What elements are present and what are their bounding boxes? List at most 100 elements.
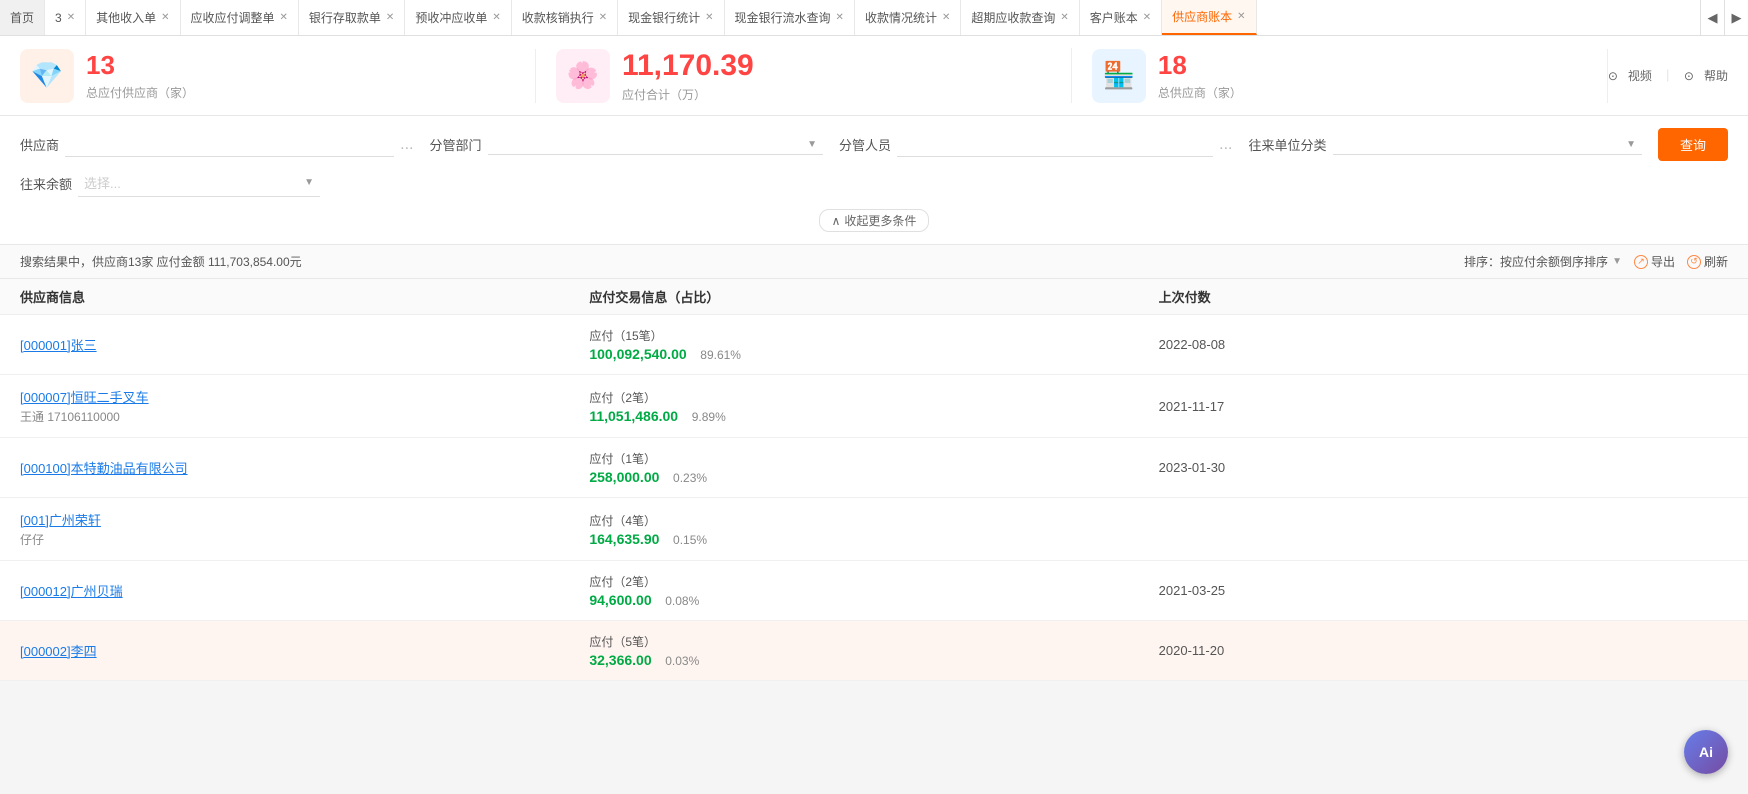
total-suppliers-label: 总供应商（家）	[1158, 84, 1242, 101]
payable-total-label: 应付合计（万）	[622, 86, 754, 103]
video-link[interactable]: 视频	[1628, 67, 1652, 84]
filter-row-1: 供应商 ... 分管部门 ▼ 分管人员 ... 往来单位分类 ▼ 查询	[20, 128, 1728, 161]
nav-tab-overdue-query-label: 超期应收款查询	[971, 9, 1055, 26]
trade-percent: 9.89%	[692, 410, 726, 424]
trade-cell: 应付（5笔） 32,366.00 0.03%	[589, 633, 1158, 668]
nav-tab-customer-ledger-label: 客户账本	[1090, 9, 1138, 26]
trade-label: 应付（4笔）	[589, 512, 1158, 529]
refresh-button[interactable]: ↺ 刷新	[1687, 253, 1728, 270]
summary-card-payable-total: 🌸 11,170.39 应付合计（万）	[536, 48, 1072, 103]
last-pay-cell: 2023-01-30	[1159, 460, 1728, 475]
collapse-button[interactable]: ∧ 收起更多条件	[819, 209, 930, 232]
chevron-down-icon: ▼	[1612, 256, 1622, 267]
nav-tab-supplier-ledger[interactable]: 供应商账本 ✕	[1162, 0, 1256, 35]
trade-cell: 应付（2笔） 94,600.00 0.08%	[589, 573, 1158, 608]
close-icon[interactable]: ✕	[599, 12, 607, 23]
close-icon[interactable]: ✕	[1237, 11, 1245, 22]
summary-bar: 💎 13 总应付供应商（家） 🌸 11,170.39 应付合计（万） 🏪 18 …	[0, 36, 1748, 116]
supplier-link[interactable]: [000001]张三	[20, 335, 589, 354]
table-row: [000100]本特勤油品有限公司 应付（1笔） 258,000.00 0.23…	[0, 438, 1748, 498]
person-filter: 分管人员 ...	[839, 133, 1233, 157]
trade-amount: 164,635.90	[589, 531, 659, 547]
close-icon[interactable]: ✕	[492, 12, 500, 23]
supplier-link[interactable]: [000002]李四	[20, 641, 589, 660]
help-link[interactable]: 帮助	[1704, 67, 1728, 84]
refresh-icon: ↺	[1687, 255, 1701, 269]
close-icon[interactable]: ✕	[836, 12, 844, 23]
export-button[interactable]: ↗ 导出	[1634, 253, 1675, 270]
nav-tab-home[interactable]: 首页	[0, 0, 45, 35]
dept-select[interactable]: ▼	[488, 135, 823, 155]
col-supplier-info: 供应商信息	[20, 287, 589, 306]
supplier-link[interactable]: [000007]恒旺二手叉车	[20, 387, 589, 406]
nav-tab-collection-verify-label: 收款核销执行	[522, 9, 594, 26]
ai-button[interactable]: Ai	[1684, 730, 1728, 774]
nav-tab-overdue-query[interactable]: 超期应收款查询 ✕	[961, 0, 1079, 35]
close-icon[interactable]: ✕	[1143, 12, 1151, 23]
payable-suppliers-icon: 💎	[20, 49, 74, 103]
supplier-link[interactable]: [000100]本特勤油品有限公司	[20, 458, 589, 477]
supplier-input[interactable]	[65, 133, 394, 157]
col-last-pay: 上次付数	[1159, 287, 1728, 306]
trade-label: 应付（5笔）	[589, 633, 1158, 650]
supplier-dots-icon[interactable]: ...	[400, 136, 413, 154]
trade-percent: 0.23%	[673, 471, 707, 485]
trade-percent: 89.61%	[700, 348, 741, 362]
supplier-link[interactable]: [001]广州荣轩	[20, 510, 589, 529]
close-icon[interactable]: ✕	[280, 12, 288, 23]
last-pay-cell: 2022-08-08	[1159, 337, 1728, 352]
nav-tab-other-income[interactable]: 其他收入单 ✕	[86, 0, 180, 35]
supplier-link[interactable]: [000012]广州贝瑞	[20, 581, 589, 600]
results-summary: 搜索结果中，供应商13家 应付金额 111,703,854.00元	[20, 253, 302, 270]
category-filter: 往来单位分类 ▼	[1249, 135, 1643, 155]
supplier-sub: 仔仔	[20, 531, 589, 548]
close-icon[interactable]: ✕	[1060, 12, 1068, 23]
dept-label: 分管部门	[430, 135, 482, 154]
nav-tab-collection-stat-label: 收款情况统计	[865, 9, 937, 26]
nav-prev-arrow[interactable]: ◀	[1700, 0, 1724, 36]
nav-tab-collection-stat[interactable]: 收款情况统计 ✕	[855, 0, 961, 35]
category-select[interactable]: ▼	[1333, 135, 1642, 155]
close-icon[interactable]: ✕	[67, 12, 75, 23]
total-suppliers-number: 18	[1158, 50, 1242, 81]
balance-label: 往来余额	[20, 174, 72, 193]
table-row: [000001]张三 应付（15笔） 100,092,540.00 89.61%…	[0, 315, 1748, 375]
nav-tab-3[interactable]: 3 ✕	[45, 0, 86, 35]
query-button[interactable]: 查询	[1658, 128, 1728, 161]
nav-tab-bank-deposit[interactable]: 银行存取款单 ✕	[299, 0, 405, 35]
person-dots-icon[interactable]: ...	[1219, 136, 1232, 154]
trade-amount: 32,366.00	[589, 652, 651, 668]
filter-area: 供应商 ... 分管部门 ▼ 分管人员 ... 往来单位分类 ▼ 查询 往来	[0, 116, 1748, 245]
nav-next-arrow[interactable]: ▶	[1724, 0, 1748, 36]
nav-tab-cash-bank-stat-label: 现金银行统计	[628, 9, 700, 26]
trade-label: 应付（15笔）	[589, 327, 1158, 344]
close-icon[interactable]: ✕	[942, 12, 950, 23]
sort-select[interactable]: 排序：按应付余额倒序排序 ▼	[1464, 253, 1622, 270]
supplier-label: 供应商	[20, 135, 59, 154]
nav-arrows: ◀ ▶	[1700, 0, 1748, 36]
close-icon[interactable]: ✕	[386, 12, 394, 23]
chevron-down-icon: ▼	[807, 139, 817, 150]
balance-select[interactable]: 选择... ▼	[78, 169, 320, 197]
nav-tab-cash-bank-stat[interactable]: 现金银行统计 ✕	[618, 0, 724, 35]
table-container: 供应商信息 应付交易信息（占比） 上次付数 [000001]张三 应付（15笔）…	[0, 279, 1748, 681]
trade-cell: 应付（2笔） 11,051,486.00 9.89%	[589, 389, 1158, 424]
payable-total-number: 11,170.39	[622, 48, 754, 84]
chevron-down-icon: ▼	[1626, 139, 1636, 150]
balance-filter: 往来余额 选择... ▼	[20, 169, 320, 197]
nav-tab-pre-receive-label: 预收冲应收单	[415, 9, 487, 26]
nav-tab-cash-bank-flow[interactable]: 现金银行流水查询 ✕	[725, 0, 855, 35]
nav-tab-collection-verify[interactable]: 收款核销执行 ✕	[512, 0, 618, 35]
close-icon[interactable]: ✕	[161, 12, 169, 23]
trade-percent: 0.08%	[665, 594, 699, 608]
close-icon[interactable]: ✕	[705, 12, 713, 23]
supplier-cell: [000001]张三	[20, 335, 589, 354]
nav-tab-customer-ledger[interactable]: 客户账本 ✕	[1080, 0, 1162, 35]
nav-tab-ar-ap-adjust[interactable]: 应收应付调整单 ✕	[181, 0, 299, 35]
nav-tab-pre-receive[interactable]: 预收冲应收单 ✕	[405, 0, 511, 35]
payable-total-icon: 🌸	[556, 49, 610, 103]
payable-total-text: 11,170.39 应付合计（万）	[622, 48, 754, 103]
person-input[interactable]	[897, 133, 1213, 157]
top-navigation: 首页 3 ✕ 其他收入单 ✕ 应收应付调整单 ✕ 银行存取款单 ✕ 预收冲应收单…	[0, 0, 1748, 36]
table-header: 供应商信息 应付交易信息（占比） 上次付数	[0, 279, 1748, 315]
